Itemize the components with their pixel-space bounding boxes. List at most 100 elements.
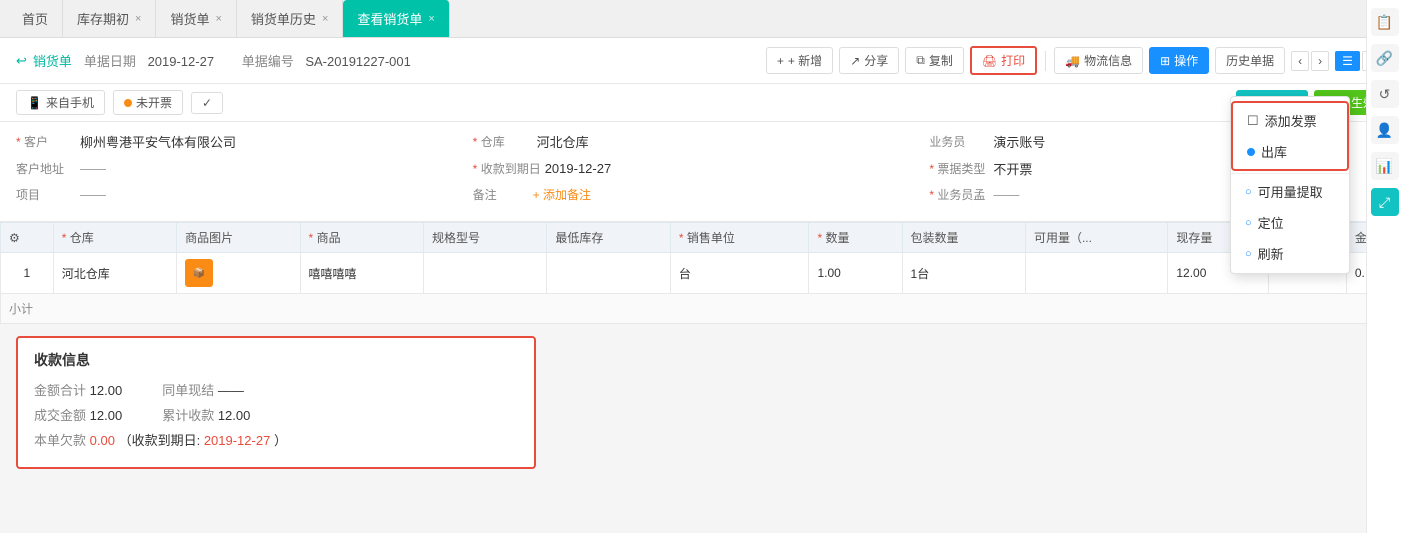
salesperson2-label: 业务员孟 — [929, 186, 989, 203]
sidebar-icon-2[interactable]: 🔗 — [1371, 44, 1399, 72]
operate-button[interactable]: ⊞ 操作 — [1149, 47, 1209, 74]
salesperson-label: 业务员 — [929, 133, 989, 150]
sidebar-icon-3[interactable]: ↺ — [1371, 80, 1399, 108]
row-product: 嘻嘻嘻嘻 — [300, 253, 423, 294]
from-mobile-button[interactable]: 📱 来自手机 — [16, 90, 105, 115]
transaction-label: 成交金额 — [34, 408, 86, 423]
sidebar-icon-4[interactable]: 👤 — [1371, 116, 1399, 144]
col-product: 商品 — [300, 223, 423, 253]
add-note-button[interactable]: 添加备注 — [533, 186, 591, 203]
col-package-qty: 包装数量 — [902, 223, 1025, 253]
menu-outbound[interactable]: 出库 — [1233, 136, 1347, 167]
doc-type-label: ↩ 销货单 — [16, 51, 72, 70]
tab-history-label: 销货单历史 — [251, 9, 316, 28]
col-quantity: 数量 — [809, 223, 902, 253]
copy-icon: ⧉ — [916, 53, 925, 68]
tab-home[interactable]: 首页 — [8, 0, 63, 37]
table-section: ⚙ 仓库 商品图片 商品 规格型号 最低库存 销售单位 数量 包装数量 可用量（… — [0, 222, 1402, 324]
row-spec — [423, 253, 546, 294]
logistics-icon: 🚚 — [1065, 54, 1080, 68]
col-available: 可用量（... — [1025, 223, 1167, 253]
outbound-dot — [1247, 148, 1255, 156]
tab-view-sales[interactable]: 查看销货单 × — [343, 0, 449, 37]
number-value: SA-20191227-001 — [305, 54, 411, 69]
tab-view-close[interactable]: × — [428, 13, 434, 25]
tab-bar: 首页 库存期初 × 销货单 × 销货单历史 × 查看销货单 × × — [0, 0, 1402, 38]
available-icon: ○ — [1245, 186, 1252, 198]
table-row: 1 河北仓库 📦 嘻嘻嘻嘻 台 1.00 1台 12.00 0. — [1, 253, 1402, 294]
balance-field: 本单欠款 0.00 （收款到期日: 2019-12-27 ） — [34, 430, 287, 449]
refresh-icon: ○ — [1245, 248, 1252, 260]
tab-sales-order[interactable]: 销货单 × — [156, 0, 236, 37]
payment-title: 收款信息 — [34, 350, 518, 370]
settlement-label: 同单现结 — [162, 383, 214, 398]
logistics-button[interactable]: 🚚 物流信息 — [1054, 47, 1143, 74]
share-button[interactable]: ↗ 分享 — [839, 47, 899, 74]
history-button[interactable]: 历史单据 — [1215, 47, 1285, 74]
check-icon-button[interactable]: ✓ — [191, 92, 223, 114]
row-warehouse: 河北仓库 — [53, 253, 176, 294]
payment-box: 收款信息 金额合计 12.00 同单现结 —— 成交金额 12.00 累计收款 … — [16, 336, 536, 469]
sidebar-icon-expand[interactable]: ⤢ — [1371, 188, 1399, 216]
print-icon: 🖨 — [982, 54, 997, 68]
cumulative-field: 累计收款 12.00 — [162, 405, 250, 424]
divider-1 — [1045, 51, 1046, 71]
balance-date: 2019-12-27 — [204, 433, 271, 448]
total-value: 12.00 — [90, 383, 123, 398]
tab-sales-history[interactable]: 销货单历史 × — [237, 0, 343, 37]
warehouse-value: 河北仓库 — [533, 132, 589, 151]
next-button[interactable]: › — [1311, 51, 1329, 71]
menu-add-invoice[interactable]: ☐ 添加发票 — [1233, 105, 1347, 136]
address-value: —— — [76, 161, 106, 176]
row-product-img: 📦 — [177, 253, 300, 294]
right-sidebar: 📋 🔗 ↺ 👤 📊 ⤢ — [1366, 0, 1402, 533]
data-table: ⚙ 仓库 商品图片 商品 规格型号 最低库存 销售单位 数量 包装数量 可用量（… — [0, 222, 1402, 324]
warehouse-field: 仓库 河北仓库 — [473, 132, 930, 151]
add-invoice-label: 添加发票 — [1265, 111, 1317, 130]
address-label: 客户地址 — [16, 160, 76, 177]
payment-row-1: 金额合计 12.00 同单现结 —— — [34, 380, 518, 399]
not-opened-label: 未开票 — [136, 94, 172, 111]
not-opened-button[interactable]: 未开票 — [113, 90, 183, 115]
add-icon: + — [777, 54, 784, 68]
ticket-type-value: 不开票 — [989, 159, 1032, 178]
col-warehouse: 仓库 — [53, 223, 176, 253]
copy-button[interactable]: ⧉ 复制 — [905, 47, 964, 74]
date-value: 2019-12-27 — [148, 54, 215, 69]
balance-value: 0.00 — [90, 433, 115, 448]
share-icon: ↗ — [850, 54, 860, 68]
tab-history-close[interactable]: × — [322, 13, 328, 25]
menu-divider-1 — [1231, 173, 1349, 174]
tab-sales-close[interactable]: × — [215, 13, 221, 25]
customer-label: 客户 — [16, 133, 76, 150]
prev-button[interactable]: ‹ — [1291, 51, 1309, 71]
total-label: 金额合计 — [34, 383, 86, 398]
menu-refresh[interactable]: ○ 刷新 — [1231, 238, 1349, 269]
tab-sales-label: 销货单 — [170, 9, 209, 28]
due-date-value: 2019-12-27 — [541, 161, 612, 176]
tab-inventory-close[interactable]: × — [135, 13, 141, 25]
payment-row-2: 成交金额 12.00 累计收款 12.00 — [34, 405, 518, 424]
date-label: 单据日期 — [84, 54, 136, 69]
tab-inventory-init[interactable]: 库存期初 × — [63, 0, 156, 37]
menu-available-pickup[interactable]: ○ 可用量提取 — [1231, 176, 1349, 207]
col-settings[interactable]: ⚙ — [1, 223, 54, 253]
tab-inventory-label: 库存期初 — [77, 9, 129, 28]
due-date-label: 收款到期日 — [473, 160, 541, 177]
address-field: 客户地址 —— — [16, 160, 473, 177]
add-button[interactable]: + + 新增 — [766, 47, 833, 74]
col-product-img: 商品图片 — [177, 223, 300, 253]
copy-label: 复制 — [929, 52, 953, 69]
salesperson2-value: —— — [989, 187, 1019, 202]
menu-locate[interactable]: ○ 定位 — [1231, 207, 1349, 238]
col-spec: 规格型号 — [423, 223, 546, 253]
nav-arrows: ‹ › — [1291, 51, 1329, 71]
print-button[interactable]: 🖨 打印 — [970, 46, 1037, 75]
sidebar-icon-5[interactable]: 📊 — [1371, 152, 1399, 180]
share-label: 分享 — [864, 52, 888, 69]
list-view-button[interactable]: ☰ — [1335, 51, 1360, 71]
sidebar-icon-1[interactable]: 📋 — [1371, 8, 1399, 36]
print-label: 打印 — [1001, 52, 1025, 69]
row-unit: 台 — [670, 253, 809, 294]
dropdown-highlight: ☐ 添加发票 出库 — [1231, 101, 1349, 171]
